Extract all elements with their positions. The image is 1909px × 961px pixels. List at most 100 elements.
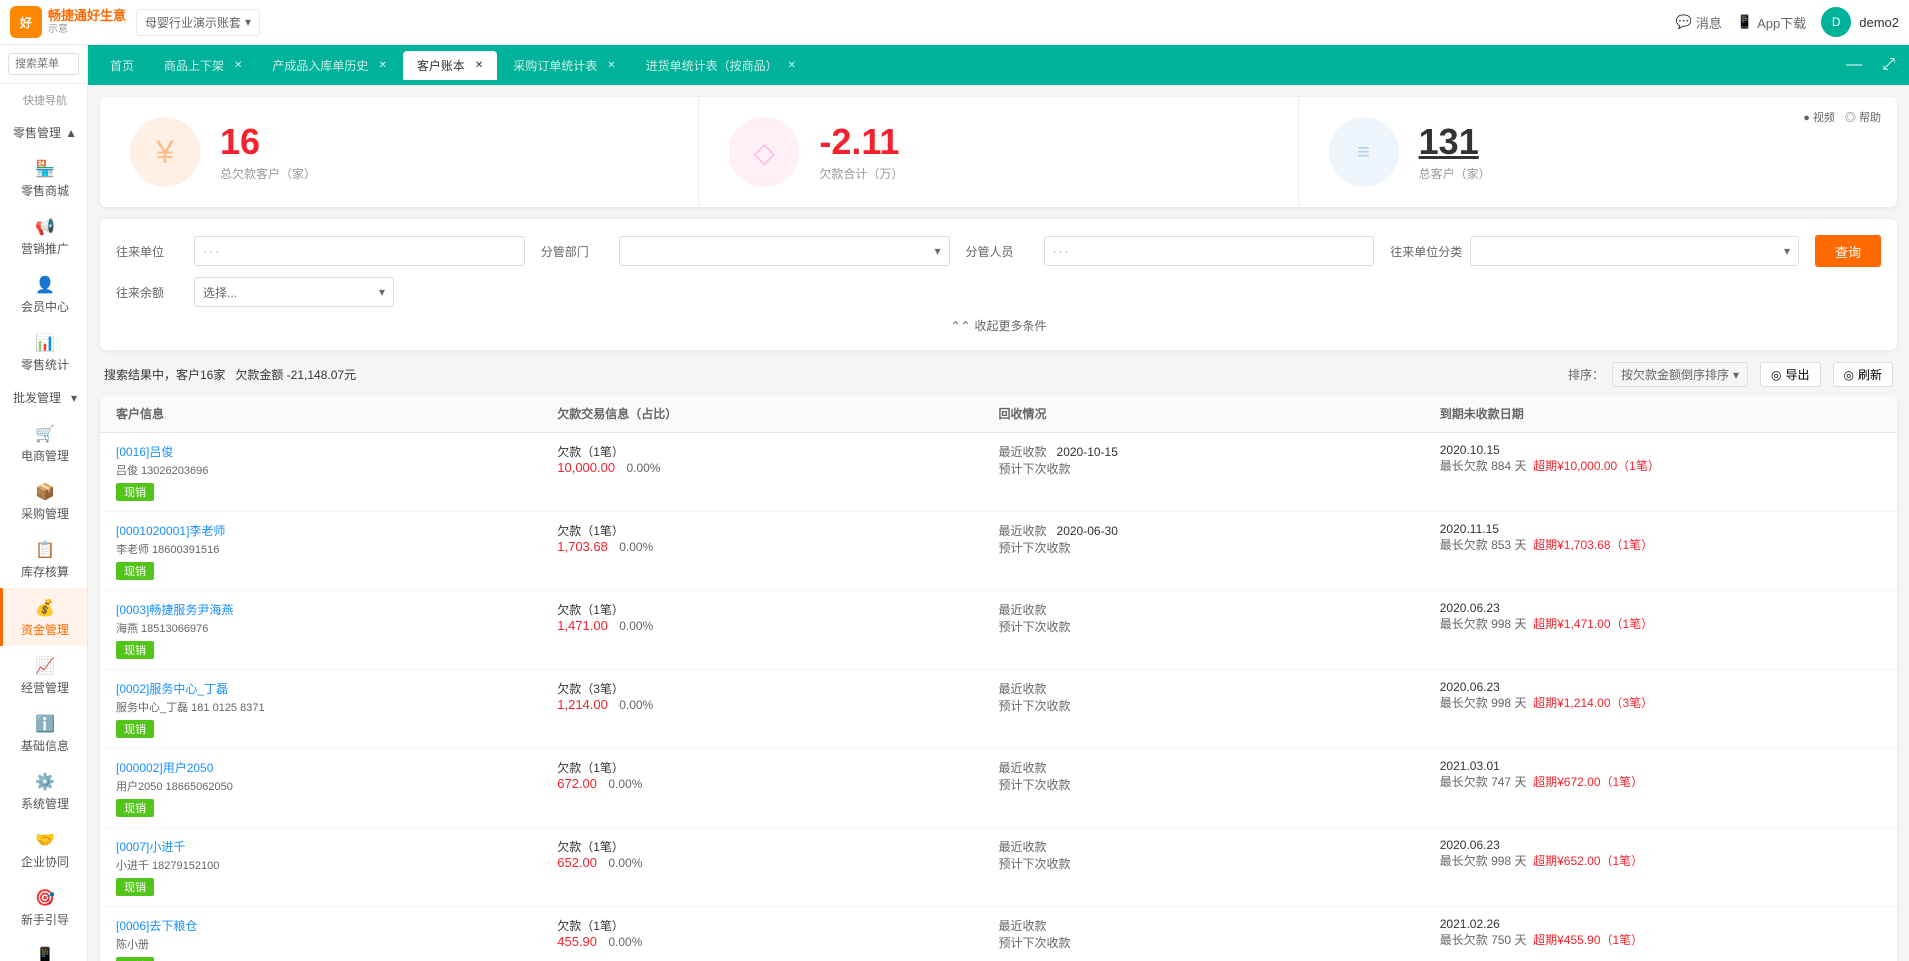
- overdue-link-7[interactable]: 超期¥455.90（1笔）: [1533, 933, 1643, 947]
- collapse-button[interactable]: ⌃⌃ 收起更多条件: [950, 317, 1046, 334]
- sidebar-search-area: [0, 45, 87, 84]
- sort-select[interactable]: 按欠款金额倒序排序 ▾: [1612, 362, 1748, 387]
- sidebar-item-inventory[interactable]: 📋 库存核算: [0, 530, 87, 588]
- card2-number: -2.11: [819, 122, 903, 162]
- balance-select[interactable]: 选择... ▾: [194, 277, 394, 307]
- sidebar: 快捷导航 零售管理 ▲ 🏪 零售商城 📢 营销推广 👤 会员中心 📊 零售统计: [0, 45, 88, 961]
- tab-home[interactable]: 首页: [96, 51, 148, 80]
- close-production-tab[interactable]: ✕: [378, 60, 386, 71]
- table-row: [000002]用户2050 用户2050 18665062050 现销 欠款（…: [100, 749, 1897, 828]
- person-input[interactable]: ···: [1044, 236, 1375, 266]
- tab-purchase-order[interactable]: 采购订单统计表 ✕: [499, 51, 629, 80]
- sidebar-item-member[interactable]: 👤 会员中心: [0, 265, 87, 323]
- close-customer-account-tab[interactable]: ✕: [475, 60, 483, 71]
- card3-actions: ● 视频 ◎ 帮助: [1803, 109, 1881, 125]
- sidebar-item-purchase[interactable]: 📦 采购管理: [0, 472, 87, 530]
- from-unit-dots: ···: [203, 244, 221, 258]
- tab-minimize-button[interactable]: —: [1840, 54, 1868, 76]
- chevron-down-unit: ▾: [1784, 244, 1790, 258]
- table-row: [0007]小进千 小进千 18279152100 现销 欠款（1笔） 652.…: [100, 828, 1897, 907]
- customer-name-6[interactable]: [0007]小进千: [116, 838, 557, 855]
- card2-label: 欠款合计（万）: [819, 165, 903, 182]
- sidebar-item-retail-mall[interactable]: 🏪 零售商城: [0, 149, 87, 207]
- filter-balance: 往来余额 选择... ▾: [116, 277, 436, 307]
- search-button[interactable]: 查询: [1815, 235, 1881, 267]
- search-input[interactable]: [8, 53, 79, 75]
- overdue-link-3[interactable]: 超期¥1,471.00（1笔）: [1533, 617, 1653, 631]
- customer-contact-6: 小进千 18279152100: [116, 857, 557, 873]
- card2-icon: ◇: [729, 117, 799, 187]
- sidebar-item-retail-management[interactable]: 零售管理 ▲: [0, 116, 87, 149]
- unit-type-select[interactable]: ▾: [1470, 236, 1799, 266]
- system-icon: ⚙️: [9, 772, 81, 792]
- tab-products[interactable]: 商品上下架 ✕: [150, 51, 256, 80]
- chevron-up-icon: ⌃⌃: [950, 319, 970, 333]
- card3-label: 总客户（家）: [1419, 165, 1491, 182]
- export-button[interactable]: ◎ 导出: [1760, 362, 1821, 387]
- dept-select[interactable]: ▾: [619, 236, 950, 266]
- customer-name-2[interactable]: [0001020001]李老师: [116, 522, 557, 539]
- cell-recovery-5: 最近收款 预计下次收款: [999, 759, 1440, 793]
- ecommerce-icon: 🛒: [9, 424, 81, 444]
- overdue-link-5[interactable]: 超期¥672.00（1笔）: [1533, 775, 1643, 789]
- tab-purchase-order-label: 采购订单统计表: [513, 57, 597, 74]
- customer-name-4[interactable]: [0002]服务中心_丁磊: [116, 680, 557, 697]
- customer-name-1[interactable]: [0016]吕俊: [116, 443, 557, 460]
- sidebar-item-new-guide[interactable]: 🎯 新手引导: [0, 878, 87, 936]
- retail-mall-label: 零售商城: [21, 184, 69, 198]
- card3-data: 131 总客户（家）: [1419, 122, 1491, 183]
- tab-maximize-button[interactable]: ⤢: [1876, 54, 1901, 76]
- close-products-tab[interactable]: ✕: [234, 60, 242, 71]
- customer-name-7[interactable]: [0006]去下粮仓: [116, 917, 557, 934]
- video-link[interactable]: ● 视频: [1803, 109, 1835, 125]
- help-link[interactable]: ◎ 帮助: [1845, 109, 1881, 125]
- card2-data: -2.11 欠款合计（万）: [819, 122, 903, 183]
- customer-name-3[interactable]: [0003]畅捷服务尹海燕: [116, 601, 557, 618]
- filter-from-unit: 往来单位 ···: [116, 236, 525, 266]
- sidebar-item-retail-stats[interactable]: 📊 零售统计: [0, 323, 87, 381]
- chevron-down-icon: ▾: [245, 15, 251, 29]
- message-button[interactable]: 💬 消息: [1676, 13, 1722, 32]
- refresh-button[interactable]: ◎ 刷新: [1833, 362, 1894, 387]
- header-due-date: 到期未收款日期: [1440, 405, 1881, 422]
- overdue-link-1[interactable]: 超期¥10,000.00（1笔）: [1533, 459, 1660, 473]
- sidebar-item-finance[interactable]: 💰 资金管理: [0, 588, 87, 646]
- business-icon: 📈: [9, 656, 81, 676]
- overdue-link-4[interactable]: 超期¥1,214.00（3笔）: [1533, 696, 1653, 710]
- sidebar-item-basic-info[interactable]: ℹ️ 基础信息: [0, 704, 87, 762]
- close-purchase-tab[interactable]: ✕: [607, 60, 615, 71]
- store-name: 母婴行业演示账套: [145, 14, 241, 31]
- sidebar-item-marketing[interactable]: 📢 营销推广: [0, 207, 87, 265]
- sidebar-item-system[interactable]: ⚙️ 系统管理: [0, 762, 87, 820]
- app-download-button[interactable]: 📱 App下载: [1737, 13, 1806, 32]
- tab-production[interactable]: 产成品入库单历史 ✕: [258, 51, 400, 80]
- customer-name-5[interactable]: [000002]用户2050: [116, 759, 557, 776]
- from-unit-input[interactable]: ···: [194, 236, 525, 266]
- tab-customer-account[interactable]: 客户账本 ✕: [403, 51, 497, 80]
- tab-inbound-stats[interactable]: 进货单统计表（按商品） ✕: [632, 51, 810, 80]
- ecommerce-label: 电商管理: [21, 449, 69, 463]
- cell-recovery-3: 最近收款 预计下次收款: [999, 601, 1440, 635]
- retail-management-label: 零售管理: [13, 124, 61, 141]
- filter-row-1: 往来单位 ··· 分管部门 ▾: [116, 235, 1881, 267]
- customer-contact-3: 海燕 18513066976: [116, 620, 557, 636]
- cell-owed-6: 欠款（1笔） 652.00 0.00%: [557, 838, 998, 870]
- sidebar-item-enterprise-collab[interactable]: 🤝 企业协同: [0, 820, 87, 878]
- user-profile[interactable]: D demo2: [1821, 7, 1899, 37]
- customer-tag-1: 现销: [116, 483, 154, 501]
- collapse-label: 收起更多条件: [975, 317, 1047, 334]
- sort-value: 按欠款金额倒序排序: [1621, 366, 1729, 383]
- cell-customer-3: [0003]畅捷服务尹海燕 海燕 18513066976 现销: [116, 601, 557, 659]
- sidebar-item-ecommerce[interactable]: 🛒 电商管理: [0, 414, 87, 472]
- overdue-link-2[interactable]: 超期¥1,703.68（1笔）: [1533, 538, 1653, 552]
- cell-customer-6: [0007]小进千 小进千 18279152100 现销: [116, 838, 557, 896]
- store-selector[interactable]: 母婴行业演示账套 ▾: [136, 9, 260, 36]
- overdue-link-6[interactable]: 超期¥652.00（1笔）: [1533, 854, 1643, 868]
- app-center-icon: 📱: [9, 946, 81, 961]
- sidebar-item-app-center[interactable]: 📱 应用中心: [0, 936, 87, 961]
- sidebar-item-batch[interactable]: 批发管理 ▾: [0, 381, 87, 414]
- close-inbound-tab[interactable]: ✕: [788, 60, 796, 71]
- sidebar-item-business[interactable]: 📈 经营管理: [0, 646, 87, 704]
- cell-due-1: 2020.10.15 最长欠款 884 天 超期¥10,000.00（1笔）: [1440, 443, 1881, 474]
- owed-amount-2: 1,703.68: [557, 539, 608, 554]
